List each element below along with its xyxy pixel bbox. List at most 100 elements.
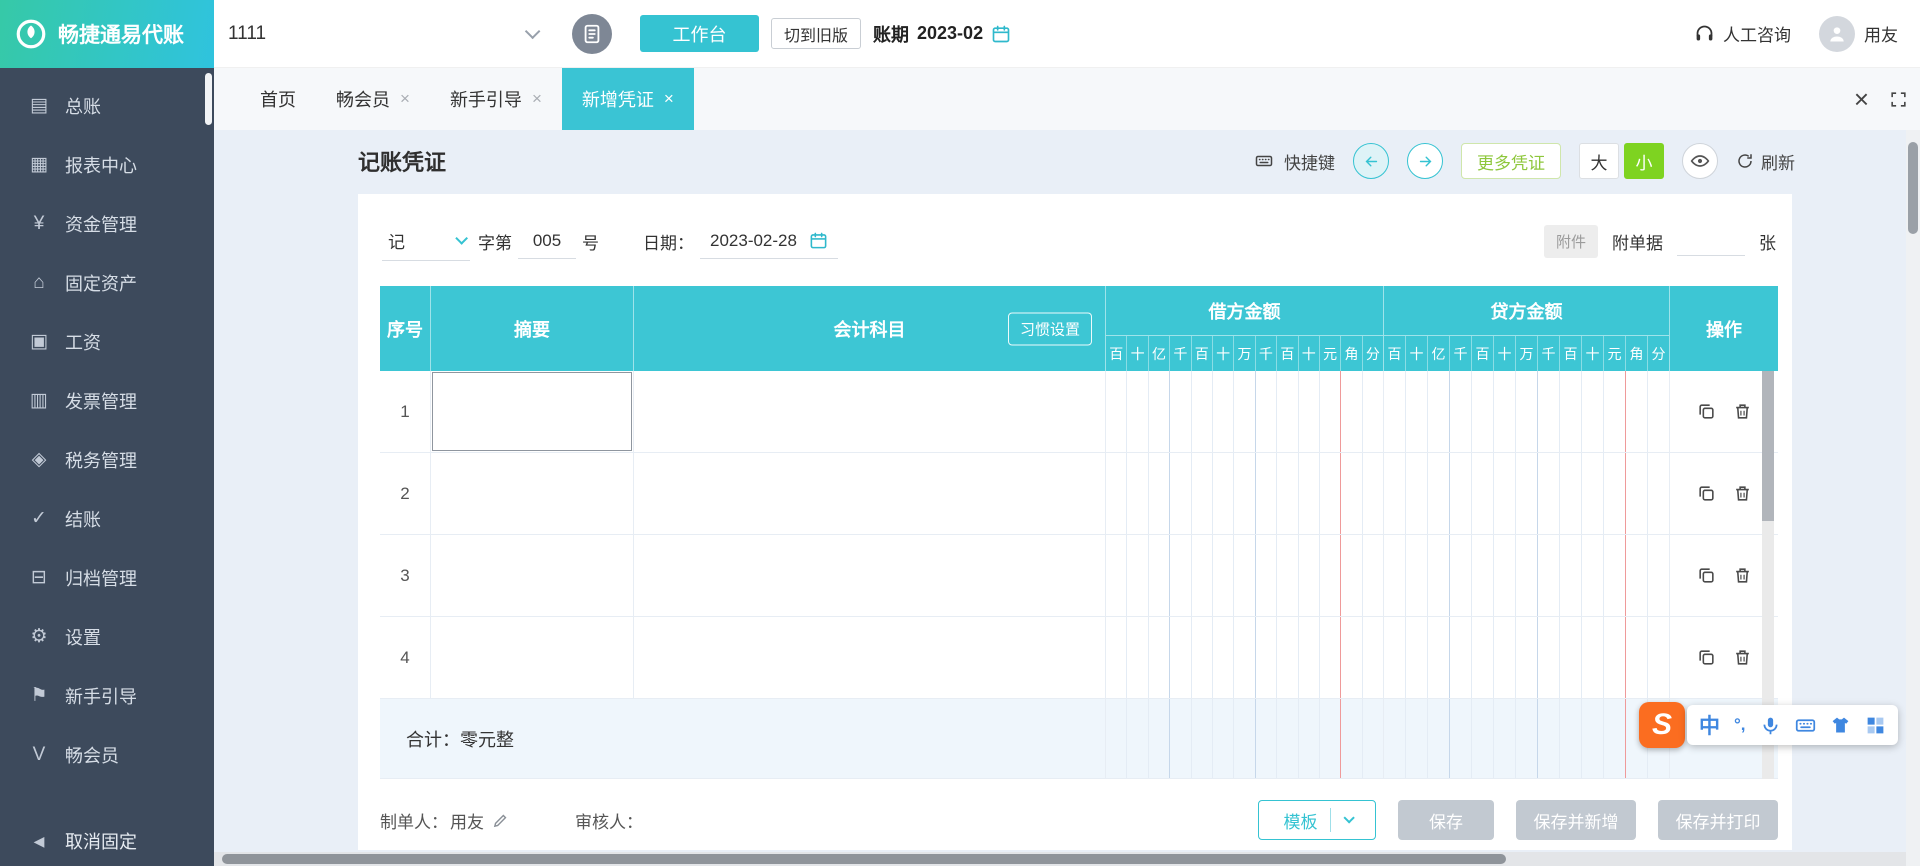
tab-新手引导[interactable]: 新手引导 × xyxy=(430,68,562,130)
col-credit-group: 贷方金额 百十亿千百十万千百十元角分 xyxy=(1384,286,1670,371)
tab-close-icon[interactable]: × xyxy=(532,89,542,109)
digit-col xyxy=(1582,453,1604,534)
credit-cell[interactable] xyxy=(1384,453,1670,534)
summary-cell[interactable] xyxy=(431,535,634,616)
digit-col xyxy=(1170,535,1192,616)
tab-新增凭证[interactable]: 新增凭证 × xyxy=(561,68,694,130)
workbench-button[interactable]: 工作台 xyxy=(640,15,759,52)
attachment-button[interactable]: 附件 xyxy=(1543,224,1598,258)
attachment-count-input[interactable] xyxy=(1677,226,1745,256)
credit-cell[interactable] xyxy=(1384,371,1670,452)
period-control[interactable]: 账期 2023-02 xyxy=(873,21,1011,47)
sidebar-item-tax[interactable]: ◈ 税务管理 xyxy=(0,430,214,489)
digit-col xyxy=(1428,371,1450,452)
voucher-word-select[interactable]: 记 xyxy=(382,221,470,261)
credit-cell[interactable] xyxy=(1384,617,1670,698)
sidebar-item-ledger[interactable]: ▤ 总账 xyxy=(0,76,214,135)
size-small-button[interactable]: 小 xyxy=(1624,143,1664,179)
subject-cell[interactable] xyxy=(634,535,1106,616)
delete-row-icon[interactable] xyxy=(1733,566,1752,585)
digit-col xyxy=(1472,699,1494,778)
refresh-button[interactable]: 刷新 xyxy=(1736,149,1795,174)
sidebar-item-assets[interactable]: ⌂ 固定资产 xyxy=(0,253,214,312)
copy-row-icon[interactable] xyxy=(1697,566,1716,585)
save-button[interactable]: 保存 xyxy=(1398,800,1494,840)
old-version-button[interactable]: 切到旧版 xyxy=(771,18,862,49)
horizontal-scrollbar[interactable] xyxy=(214,852,1906,866)
debit-cell[interactable] xyxy=(1106,371,1384,452)
collapse-icon: ◀ xyxy=(33,832,45,849)
sidebar-item-funds[interactable]: ¥ 资金管理 xyxy=(0,194,214,253)
closing-icon: ✓ xyxy=(31,508,47,529)
toolbox-grid-icon[interactable] xyxy=(1865,715,1886,736)
template-button[interactable]: 模板 xyxy=(1258,800,1376,840)
summary-input[interactable] xyxy=(432,372,632,451)
subject-cell[interactable] xyxy=(634,453,1106,534)
summary-cell[interactable] xyxy=(431,617,634,698)
sidebar-item-guide[interactable]: ⚑ 新手引导 xyxy=(0,666,214,725)
more-vouchers-button[interactable]: 更多凭证 xyxy=(1461,143,1561,179)
sogou-logo[interactable]: S xyxy=(1639,702,1685,748)
sidebar-item-salary[interactable]: ▣ 工资 xyxy=(0,312,214,371)
voucher-date-input[interactable]: 2023-02-28 xyxy=(700,224,838,259)
digit-col xyxy=(1494,371,1516,452)
voucher-number-input[interactable]: 005 xyxy=(518,224,576,259)
save-print-button[interactable]: 保存并打印 xyxy=(1658,800,1778,840)
mic-icon[interactable] xyxy=(1760,715,1781,736)
digit-col xyxy=(1170,699,1192,778)
sidebar-item-report[interactable]: ▦ 报表中心 xyxy=(0,135,214,194)
vertical-scrollbar-thumb[interactable] xyxy=(1908,142,1918,234)
sidebar-item-archive[interactable]: ⊟ 归档管理 xyxy=(0,548,214,607)
sidebar-scrollbar[interactable] xyxy=(205,73,212,125)
sidebar-item-invoice[interactable]: ▥ 发票管理 xyxy=(0,371,214,430)
subject-cell[interactable] xyxy=(634,371,1106,452)
subject-cell[interactable] xyxy=(634,617,1106,698)
preview-eye-button[interactable] xyxy=(1682,143,1718,179)
prev-voucher-button[interactable] xyxy=(1353,143,1389,179)
size-large-button[interactable]: 大 xyxy=(1579,143,1619,179)
tab-close-icon[interactable]: × xyxy=(400,89,410,109)
sidebar-item-settings[interactable]: ⚙ 设置 xyxy=(0,607,214,666)
digit-col xyxy=(1604,535,1626,616)
copy-row-icon[interactable] xyxy=(1697,484,1716,503)
close-all-icon[interactable]: × xyxy=(1854,86,1869,112)
debit-cell[interactable] xyxy=(1106,617,1384,698)
table-scrollbar-thumb[interactable] xyxy=(1762,371,1774,521)
debit-cell[interactable] xyxy=(1106,535,1384,616)
debit-cell[interactable] xyxy=(1106,453,1384,534)
delete-row-icon[interactable] xyxy=(1733,402,1752,421)
horizontal-scrollbar-thumb[interactable] xyxy=(222,854,1506,864)
user-menu[interactable]: 用友 xyxy=(1819,15,1898,52)
keyboard-icon[interactable] xyxy=(1795,715,1816,736)
tab-首页[interactable]: 首页 xyxy=(240,68,316,130)
digit-col xyxy=(1341,617,1363,698)
skin-icon[interactable] xyxy=(1830,715,1851,736)
edit-icon[interactable] xyxy=(492,812,509,829)
fullscreen-icon[interactable] xyxy=(1889,90,1908,109)
shortcut-button[interactable]: 快捷键 xyxy=(1252,149,1335,174)
copy-row-icon[interactable] xyxy=(1697,648,1716,667)
punctuation-icon[interactable]: °, xyxy=(1734,715,1746,735)
save-new-button[interactable]: 保存并新增 xyxy=(1516,800,1636,840)
digit-col xyxy=(1256,699,1278,778)
unpin-button[interactable]: ◀ 取消固定 xyxy=(0,816,214,866)
tab-close-icon[interactable]: × xyxy=(664,89,674,109)
delete-row-icon[interactable] xyxy=(1733,484,1752,503)
next-voucher-button[interactable] xyxy=(1407,143,1443,179)
summary-cell[interactable] xyxy=(431,453,634,534)
consult-button[interactable]: 人工咨询 xyxy=(1694,21,1791,46)
summary-cell[interactable] xyxy=(431,371,634,452)
vertical-scrollbar[interactable] xyxy=(1906,130,1920,866)
chinese-mode-icon[interactable]: 中 xyxy=(1699,710,1720,740)
copy-row-icon[interactable] xyxy=(1697,402,1716,421)
tab-畅会员[interactable]: 畅会员 × xyxy=(316,68,430,130)
voucher-badge-icon[interactable] xyxy=(572,13,612,54)
delete-row-icon[interactable] xyxy=(1733,648,1752,667)
habit-settings-button[interactable]: 习惯设置 xyxy=(1007,312,1092,345)
sidebar-item-member[interactable]: V 畅会员 xyxy=(0,725,214,784)
sidebar-item-closing[interactable]: ✓ 结账 xyxy=(0,489,214,548)
account-select[interactable]: 1111 xyxy=(228,23,541,45)
credit-cell[interactable] xyxy=(1384,535,1670,616)
digit-col xyxy=(1277,371,1299,452)
digit-col xyxy=(1149,617,1171,698)
